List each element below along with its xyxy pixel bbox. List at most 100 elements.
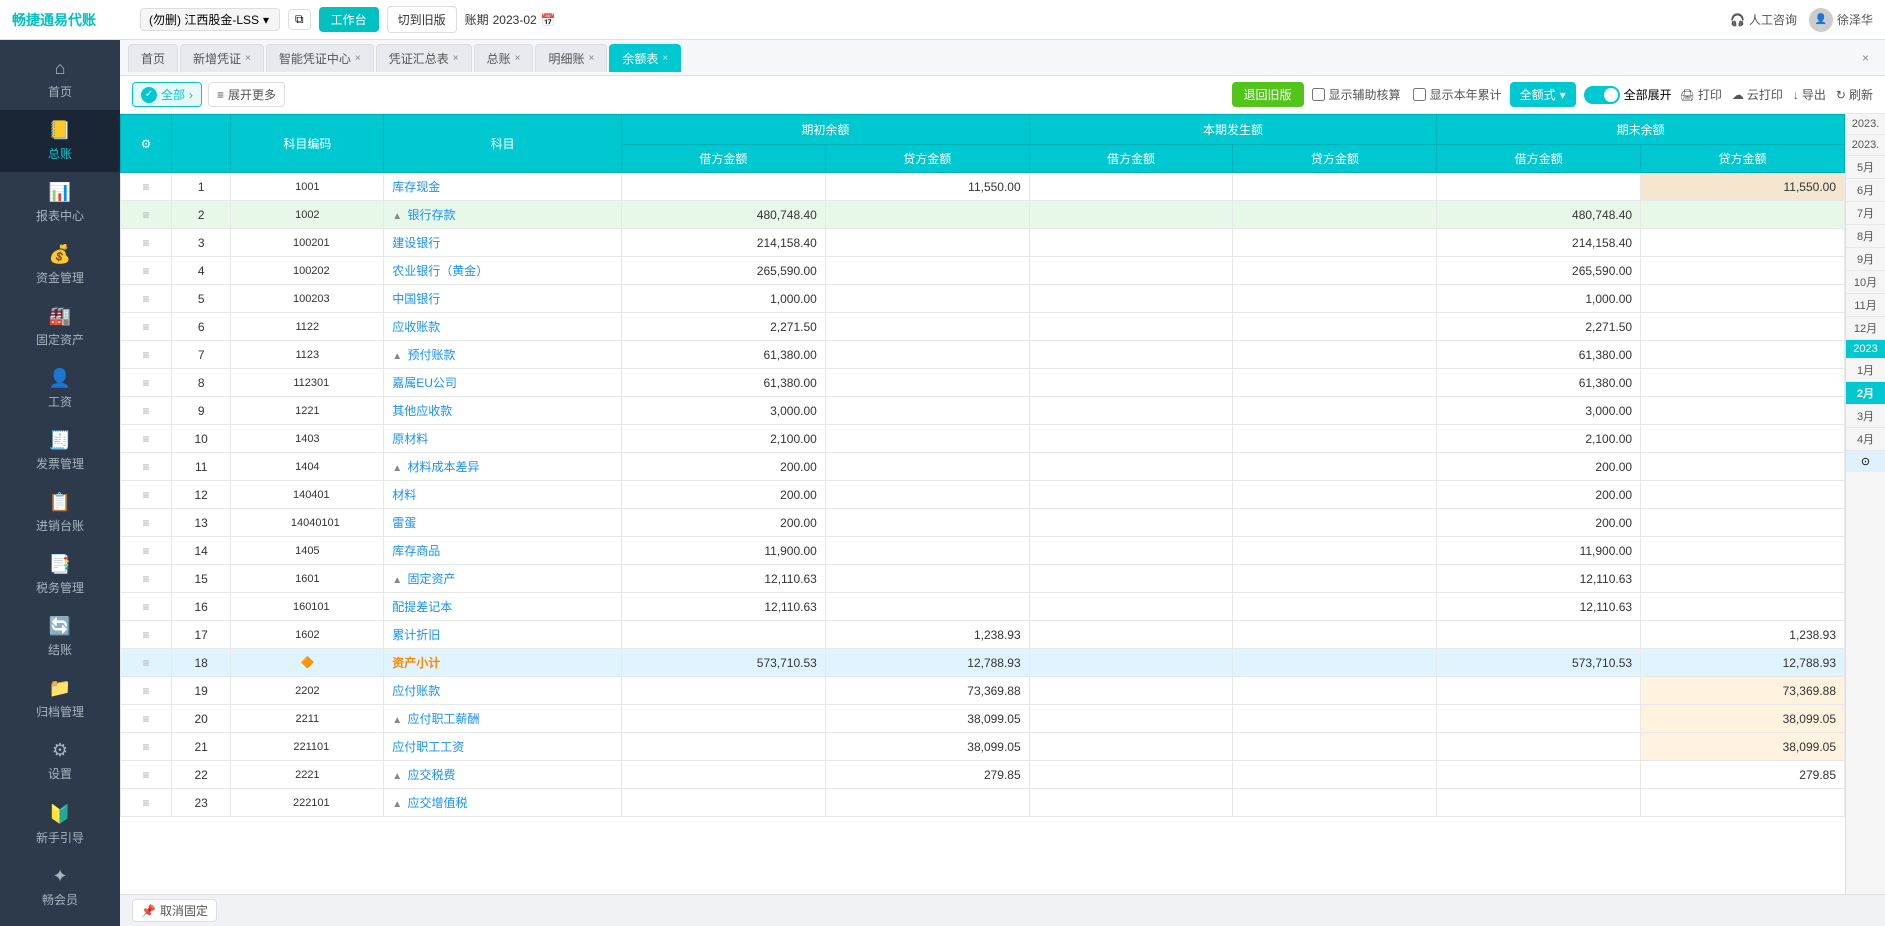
company-selector[interactable]: (勿删) 江西股金-LSS ▾ — [140, 8, 280, 31]
month-3[interactable]: 3月 — [1846, 405, 1885, 428]
calendar-icon[interactable]: 📅 — [541, 13, 556, 27]
sidebar-item-salary[interactable]: 👤 工资 — [0, 358, 120, 420]
month-6[interactable]: 6月 — [1846, 179, 1885, 202]
row-name-link-0[interactable]: 库存现金 — [392, 180, 440, 194]
year-2023-2[interactable]: 2023. — [1846, 135, 1885, 156]
row-name-20[interactable]: 应付职工工资 — [384, 733, 622, 761]
row-name-6[interactable]: ▲ 预付账款 — [384, 341, 622, 369]
refresh-button[interactable]: ↻ 刷新 — [1836, 86, 1873, 103]
month-8[interactable]: 8月 — [1846, 225, 1885, 248]
row-name-1[interactable]: ▲ 银行存款 — [384, 201, 622, 229]
month-7[interactable]: 7月 — [1846, 202, 1885, 225]
tab-balance[interactable]: 余额表 × — [609, 44, 681, 72]
consult-button[interactable]: 🎧 人工咨询 — [1730, 11, 1797, 28]
row-settings-17[interactable]: ≡ — [121, 649, 172, 677]
copy-btn[interactable]: ⧉ — [288, 9, 311, 30]
row-settings-2[interactable]: ≡ — [121, 229, 172, 257]
row-name-link-3[interactable]: 农业银行（黄金） — [392, 264, 488, 278]
month-11[interactable]: 11月 — [1846, 294, 1885, 317]
row-settings-11[interactable]: ≡ — [121, 481, 172, 509]
month-4[interactable]: 4月 — [1846, 428, 1885, 451]
row-name-link-5[interactable]: 应收账款 — [392, 320, 440, 334]
row-name-3[interactable]: 农业银行（黄金） — [384, 257, 622, 285]
row-settings-14[interactable]: ≡ — [121, 565, 172, 593]
row-settings-13[interactable]: ≡ — [121, 537, 172, 565]
row-name-link-8[interactable]: 其他应收款 — [392, 404, 452, 418]
sidebar-item-settlement[interactable]: 🔄 结账 — [0, 606, 120, 668]
row-name-link-4[interactable]: 中国银行 — [392, 292, 440, 306]
row-name-link-11[interactable]: 材料 — [392, 488, 416, 502]
row-name-0[interactable]: 库存现金 — [384, 173, 622, 201]
tab-voucher-summary-close[interactable]: × — [453, 53, 459, 64]
sidebar-item-tax[interactable]: 📑 税务管理 — [0, 544, 120, 606]
row-name-link-2[interactable]: 建设银行 — [392, 236, 440, 250]
row-name-link-21[interactable]: 应交税费 — [408, 768, 456, 782]
sidebar-item-invoice[interactable]: 🧾 发票管理 — [0, 420, 120, 482]
month-5[interactable]: 5月 — [1846, 156, 1885, 179]
row-settings-10[interactable]: ≡ — [121, 453, 172, 481]
sidebar-item-funds[interactable]: 💰 资金管理 — [0, 234, 120, 296]
expand-icon-21[interactable]: ▲ — [392, 771, 402, 782]
row-name-8[interactable]: 其他应收款 — [384, 397, 622, 425]
user-profile[interactable]: 👤 徐泽华 — [1809, 8, 1873, 32]
expand-icon-1[interactable]: ▲ — [392, 211, 402, 222]
row-settings-7[interactable]: ≡ — [121, 369, 172, 397]
row-name-7[interactable]: 嘉属EU公司 — [384, 369, 622, 397]
row-name-9[interactable]: 原材料 — [384, 425, 622, 453]
print-button[interactable]: 🖨 打印 — [1680, 86, 1722, 103]
tab-smart-voucher-close[interactable]: × — [355, 53, 361, 64]
row-name-link-20[interactable]: 应付职工工资 — [392, 740, 464, 754]
row-name-link-10[interactable]: 材料成本差异 — [408, 460, 480, 474]
expand-icon-6[interactable]: ▲ — [392, 351, 402, 362]
row-name-link-15[interactable]: 配提差记本 — [392, 600, 452, 614]
row-settings-5[interactable]: ≡ — [121, 313, 172, 341]
expand-more-button[interactable]: ≡ 展开更多 — [208, 82, 285, 107]
tab-new-voucher-close[interactable]: × — [245, 53, 251, 64]
sidebar-item-report[interactable]: 📊 报表中心 — [0, 172, 120, 234]
sidebar-item-settings[interactable]: ⚙ 设置 — [0, 730, 120, 792]
row-settings-1[interactable]: ≡ — [121, 201, 172, 229]
sidebar-item-archive[interactable]: 📁 归档管理 — [0, 668, 120, 730]
row-settings-21[interactable]: ≡ — [121, 761, 172, 789]
row-name-link-12[interactable]: 雷蛋 — [392, 516, 416, 530]
row-name-22[interactable]: ▲ 应交增值税 — [384, 789, 622, 817]
row-name-19[interactable]: ▲ 应付职工薪酬 — [384, 705, 622, 733]
tab-ledger-close[interactable]: × — [515, 53, 521, 64]
row-settings-15[interactable]: ≡ — [121, 593, 172, 621]
row-settings-16[interactable]: ≡ — [121, 621, 172, 649]
month-9[interactable]: 9月 — [1846, 248, 1885, 271]
row-settings-8[interactable]: ≡ — [121, 397, 172, 425]
row-name-link-1[interactable]: 银行存款 — [408, 208, 456, 222]
expand-icon-10[interactable]: ▲ — [392, 463, 402, 474]
aux-checkbox-input[interactable] — [1312, 88, 1325, 101]
row-name-link-22[interactable]: 应交增值税 — [408, 796, 468, 810]
workbench-button[interactable]: 工作台 — [319, 7, 379, 32]
expand-icon-22[interactable]: ▲ — [392, 799, 402, 810]
sidebar-item-fixed-assets[interactable]: 🏭 固定资产 — [0, 296, 120, 358]
row-settings-9[interactable]: ≡ — [121, 425, 172, 453]
row-name-link-19[interactable]: 应付职工薪酬 — [408, 712, 480, 726]
close-all-tabs-btn[interactable]: × — [1854, 47, 1877, 69]
tab-home[interactable]: 首页 — [128, 44, 178, 72]
tab-detail-ledger-close[interactable]: × — [588, 53, 594, 64]
ytd-checkbox-input[interactable] — [1413, 88, 1426, 101]
row-settings-19[interactable]: ≡ — [121, 705, 172, 733]
row-name-4[interactable]: 中国银行 — [384, 285, 622, 313]
row-name-15[interactable]: 配提差记本 — [384, 593, 622, 621]
row-name-16[interactable]: 累计折旧 — [384, 621, 622, 649]
row-name-link-16[interactable]: 累计折旧 — [392, 628, 440, 642]
row-settings-3[interactable]: ≡ — [121, 257, 172, 285]
cloud-print-button[interactable]: ☁ 云打印 — [1732, 86, 1783, 103]
month-1[interactable]: 1月 — [1846, 359, 1885, 382]
row-settings-0[interactable]: ≡ — [121, 173, 172, 201]
show-ytd-checkbox[interactable]: 显示本年累计 — [1413, 86, 1502, 103]
year-2023-label[interactable]: 2023 — [1846, 340, 1885, 359]
sidebar-item-sales[interactable]: 📋 进销台账 — [0, 482, 120, 544]
row-name-2[interactable]: 建设银行 — [384, 229, 622, 257]
tab-new-voucher[interactable]: 新增凭证 × — [180, 44, 264, 72]
tab-balance-close[interactable]: × — [662, 53, 668, 64]
show-aux-checkbox[interactable]: 显示辅助核算 — [1312, 86, 1401, 103]
expand-icon-14[interactable]: ▲ — [392, 575, 402, 586]
row-settings-18[interactable]: ≡ — [121, 677, 172, 705]
expand-icon-19[interactable]: ▲ — [392, 715, 402, 726]
